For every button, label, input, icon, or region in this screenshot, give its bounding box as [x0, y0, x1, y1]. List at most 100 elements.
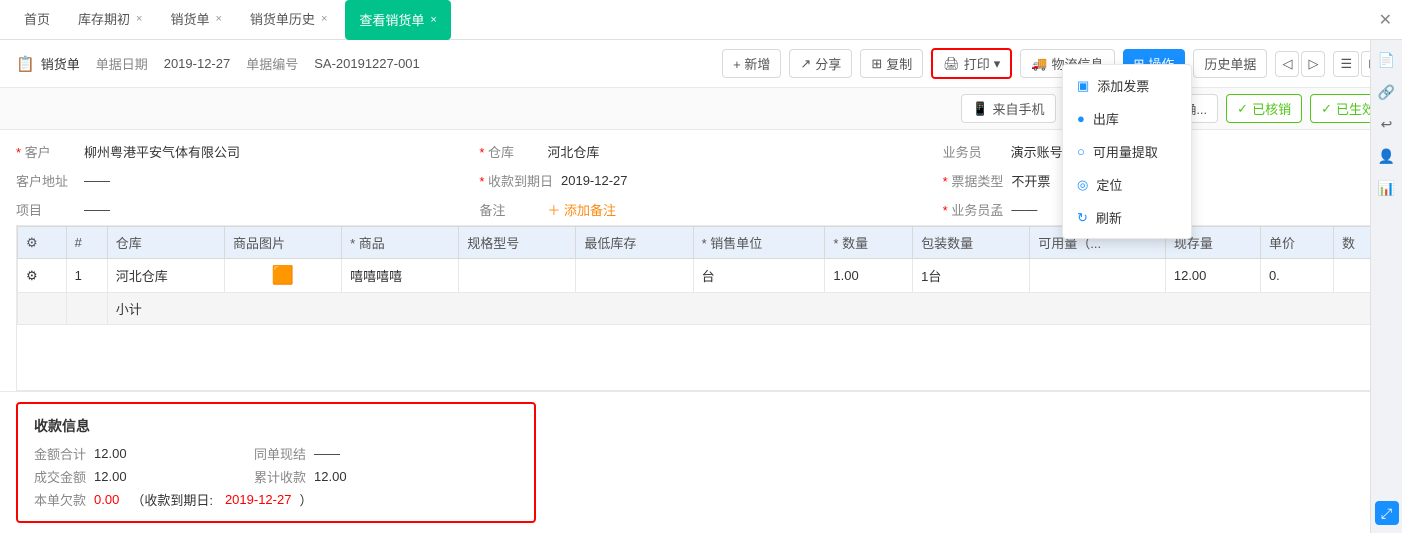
due-date-suffix: ） [299, 490, 312, 509]
list-view-button[interactable]: ☰ [1333, 51, 1359, 77]
cumulative-label: 累计收款 [254, 467, 306, 486]
row-minstock [576, 259, 693, 293]
this-owe-label: 本单欠款 [34, 490, 86, 509]
print-dropdown-arrow: ▾ [994, 56, 1001, 72]
staff-label: 业务员 [943, 142, 1003, 161]
row-unit: 台 [693, 259, 825, 293]
customer-value: 柳州粤港平安气体有限公司 [84, 142, 459, 161]
tab-view-sales[interactable]: 查看销货单 × [345, 0, 450, 40]
total-label: 金额合计 [34, 444, 86, 463]
row-price: 0. [1260, 259, 1333, 293]
this-owe-value: 0.00 [94, 492, 119, 507]
sidebar-return-icon[interactable]: ↩ [1375, 112, 1399, 136]
same-settlement-label: 同单现结 [254, 444, 306, 463]
total-value: 12.00 [94, 446, 127, 461]
col-num-header: # [66, 227, 107, 259]
row-product: 嘻嘻嘻嘻 [342, 259, 459, 293]
doc-title: 📋 销货单 [16, 54, 80, 73]
ticket-label: 票据类型 [943, 171, 1004, 190]
row-packqty: 1台 [913, 259, 1030, 293]
print-button-wrapper: 🖨 打印 ▾ [931, 48, 1012, 79]
doc-meta: 单据日期 2019-12-27 单据编号 SA-20191227-001 [96, 54, 420, 73]
share-button[interactable]: ↗ 分享 [789, 49, 852, 78]
warehouse-label: 仓库 [479, 142, 539, 161]
note-add-label: 添加备注 [564, 203, 616, 218]
tab-sales-history-close[interactable]: × [321, 13, 327, 25]
tab-sales[interactable]: 销货单 × [156, 0, 235, 40]
tab-sales-label: 销货单 [170, 9, 209, 28]
from-phone-label: 来自手机 [993, 99, 1045, 118]
customer-label: 客户 [16, 142, 76, 161]
deal-amount-label: 成交金额 [34, 467, 86, 486]
sidebar-user-icon[interactable]: 👤 [1375, 144, 1399, 168]
salesman-label: 业务员孟 [943, 200, 1004, 219]
history-button-label: 历史单据 [1204, 54, 1256, 73]
note-row: 备注 ＋ 添加备注 [479, 200, 922, 219]
dropdown-outbound[interactable]: ● 出库 [1063, 102, 1191, 135]
row-num: 1 [66, 259, 107, 293]
new-button[interactable]: + 新增 [722, 49, 781, 78]
this-owe-row: 本单欠款 0.00 （收款到期日: 2019-12-27 ） [34, 490, 454, 509]
col-qty-header: * 数量 [825, 227, 913, 259]
window-close-button[interactable]: ✕ [1379, 10, 1392, 30]
history-button[interactable]: 历史单据 [1193, 49, 1267, 78]
effective-icon: ✓ [1321, 101, 1332, 117]
dropdown-available-extract[interactable]: ○ 可用量提取 [1063, 135, 1191, 168]
row-gear[interactable]: ⚙ [18, 259, 67, 293]
payment-info: 收款信息 金额合计 12.00 同单现结 —— 成交金额 12.00 累计收款 … [16, 402, 536, 523]
print-icon: 🖨 [943, 56, 960, 72]
subtotal-row: 小计 [18, 293, 1385, 325]
prev-button[interactable]: ◁ [1275, 51, 1299, 77]
project-label: 项目 [16, 200, 76, 219]
col-product-header: * 商品 [342, 227, 459, 259]
dropdown-locate[interactable]: ◎ 定位 [1063, 168, 1191, 201]
tab-view-sales-close[interactable]: × [430, 14, 436, 26]
col-gear-header: ⚙ [18, 227, 67, 259]
tab-inventory[interactable]: 库存期初 × [64, 0, 156, 40]
sidebar-expand-icon[interactable]: ⤢ [1375, 501, 1399, 525]
add-invoice-icon: ▣ [1077, 78, 1089, 94]
tab-view-sales-label: 查看销货单 [359, 10, 424, 29]
sold-out-badge: ✓ 已核销 [1226, 94, 1302, 123]
refresh-label: 刷新 [1096, 208, 1122, 227]
bottom-section: 收款信息 金额合计 12.00 同单现结 —— 成交金额 12.00 累计收款 … [0, 391, 1402, 533]
outbound-icon: ● [1077, 111, 1085, 126]
note-add-btn[interactable]: ＋ 添加备注 [547, 200, 922, 219]
tab-home-label: 首页 [24, 9, 50, 28]
print-button-label: 打印 [964, 54, 990, 73]
project-row: 项目 —— [16, 200, 459, 219]
address-label: 客户地址 [16, 171, 76, 190]
doc-actions: + 新增 ↗ 分享 ⊞ 复制 🖨 打印 ▾ 🚚 物流信息 [722, 48, 1386, 79]
available-icon: ○ [1077, 144, 1085, 159]
right-sidebar: 📄 🔗 ↩ 👤 📊 ⤢ [1370, 40, 1402, 533]
same-settlement-value: —— [314, 446, 340, 461]
col-img-header: 商品图片 [224, 227, 341, 259]
copy-button[interactable]: ⊞ 复制 [860, 49, 923, 78]
doc-number-value: SA-20191227-001 [314, 56, 420, 71]
tab-sales-close[interactable]: × [215, 13, 221, 25]
dropdown-refresh[interactable]: ↻ 刷新 [1063, 201, 1191, 234]
outbound-label: 出库 [1093, 109, 1119, 128]
doc-type-label: 销货单 [41, 54, 80, 73]
from-phone-button[interactable]: 📱 来自手机 [961, 94, 1055, 123]
next-button[interactable]: ▷ [1301, 51, 1325, 77]
row-img: 🟧 [224, 259, 341, 293]
dropdown-add-invoice[interactable]: ▣ 添加发票 [1063, 69, 1191, 102]
print-button[interactable]: 🖨 打印 ▾ [933, 50, 1010, 77]
note-label: 备注 [479, 200, 539, 219]
sidebar-doc-icon[interactable]: 📄 [1375, 48, 1399, 72]
payment-date-row: 收款到期日 2019-12-27 [479, 171, 922, 190]
phone-icon: 📱 [972, 101, 988, 117]
add-invoice-label: 添加发票 [1097, 76, 1149, 95]
sidebar-link-icon[interactable]: 🔗 [1375, 80, 1399, 104]
tab-home[interactable]: 首页 [10, 0, 64, 40]
copy-button-label: 复制 [886, 54, 912, 73]
warehouse-row: 仓库 河北仓库 [479, 142, 922, 161]
copy-icon: ⊞ [871, 56, 882, 72]
row-warehouse: 河北仓库 [107, 259, 224, 293]
col-unit-header: * 销售单位 [693, 227, 825, 259]
total-row: 金额合计 12.00 [34, 444, 234, 463]
tab-inventory-close[interactable]: × [136, 13, 142, 25]
sidebar-chart-icon[interactable]: 📊 [1375, 176, 1399, 200]
tab-sales-history[interactable]: 销货单历史 × [236, 0, 341, 40]
